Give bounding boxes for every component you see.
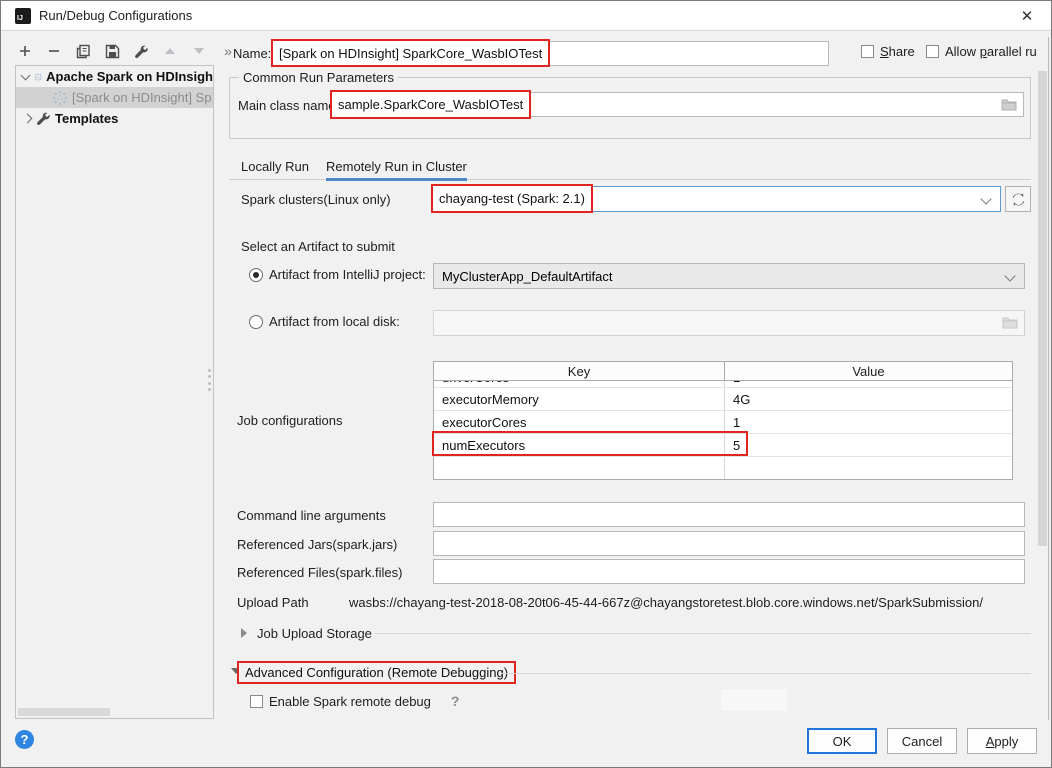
edit-defaults-wrench-icon[interactable] bbox=[131, 41, 151, 61]
dialog-title: Run/Debug Configurations bbox=[39, 8, 192, 23]
share-checkbox[interactable] bbox=[861, 45, 874, 58]
tab-remotely-run-in-cluster[interactable]: Remotely Run in Cluster bbox=[326, 153, 467, 179]
chevron-down-icon bbox=[980, 193, 991, 204]
intellij-logo-icon: IJ bbox=[15, 8, 31, 24]
artifact-local-radio-row: Artifact from local disk: bbox=[249, 314, 400, 329]
job-upload-storage-expander-icon[interactable] bbox=[241, 628, 247, 638]
command-line-arguments-label: Command line arguments bbox=[237, 508, 386, 523]
share-checkbox-row: Share bbox=[861, 44, 915, 59]
name-value-highlight[interactable]: [Spark on HDInsight] SparkCore_WasbIOTes… bbox=[271, 39, 550, 67]
job-configurations-table: Key Value driverCores 1 executorMemory 4… bbox=[433, 361, 1013, 480]
artifact-dropdown[interactable]: MyClusterApp_DefaultArtifact bbox=[433, 263, 1025, 289]
copy-configuration-icon[interactable] bbox=[73, 41, 93, 61]
move-up-icon[interactable] bbox=[160, 41, 180, 61]
help-button[interactable]: ? bbox=[15, 730, 34, 749]
job-configurations-label: Job configurations bbox=[237, 413, 343, 428]
close-icon[interactable]: ✕ bbox=[1015, 5, 1039, 27]
key-column-header[interactable]: Key bbox=[434, 362, 725, 380]
configurations-toolbar: » bbox=[15, 39, 238, 63]
artifact-local-path-input[interactable] bbox=[433, 310, 1025, 336]
tree-item-label: [Spark on HDInsight] Sp bbox=[72, 90, 211, 105]
configuration-editor: Name: [Spark on HDInsight] SparkCore_Was… bbox=[229, 37, 1049, 721]
share-label: Share bbox=[880, 44, 915, 59]
spark-config-icon bbox=[52, 90, 68, 106]
group-title: Common Run Parameters bbox=[239, 70, 398, 85]
enable-remote-debug-checkbox[interactable] bbox=[250, 695, 263, 708]
chevron-collapsed-icon[interactable] bbox=[23, 114, 33, 124]
remove-configuration-button[interactable] bbox=[44, 41, 64, 61]
panel-splitter-handle[interactable] bbox=[208, 369, 213, 391]
table-row[interactable]: executorCores 1 bbox=[434, 411, 1012, 434]
artifact-section-label: Select an Artifact to submit bbox=[241, 239, 395, 254]
chevron-expanded-icon[interactable] bbox=[21, 71, 31, 81]
spark-cluster-icon bbox=[34, 69, 42, 85]
section-rule bbox=[501, 673, 1031, 674]
browse-folder-icon[interactable] bbox=[1002, 316, 1018, 329]
tree-item-apache-spark-on-hdinsight[interactable]: Apache Spark on HDInsigh bbox=[16, 66, 213, 87]
tree-item-label: Apache Spark on HDInsigh bbox=[46, 69, 213, 84]
chevron-down-icon bbox=[1004, 270, 1015, 281]
enable-remote-debug-row: Enable Spark remote debug ? bbox=[250, 693, 459, 709]
artifact-local-disk-radio[interactable] bbox=[249, 315, 263, 329]
run-debug-configurations-dialog: IJ Run/Debug Configurations ✕ » bbox=[0, 0, 1052, 768]
refresh-clusters-button[interactable] bbox=[1005, 186, 1031, 212]
name-label: Name: bbox=[233, 46, 271, 61]
table-row-numexecutors[interactable]: numExecutors 5 bbox=[434, 434, 1012, 457]
allow-parallel-run-checkbox-row: Allow parallel run bbox=[926, 44, 1044, 59]
templates-wrench-icon bbox=[36, 111, 51, 126]
referenced-jars-input[interactable] bbox=[433, 531, 1025, 556]
artifact-intellij-label: Artifact from IntelliJ project: bbox=[269, 267, 426, 282]
main-vertical-scrollbar[interactable] bbox=[1037, 37, 1048, 721]
ok-button[interactable]: OK bbox=[807, 728, 877, 754]
main-class-value-highlight[interactable]: sample.SparkCore_WasbIOTest bbox=[330, 90, 531, 119]
table-row-clipped[interactable]: driverCores 1 bbox=[434, 381, 1012, 388]
value-column-header[interactable]: Value bbox=[725, 362, 1012, 380]
allow-parallel-run-label: Allow parallel run bbox=[945, 44, 1044, 59]
upload-path-label: Upload Path bbox=[237, 595, 309, 610]
tab-locally-run[interactable]: Locally Run bbox=[241, 153, 309, 179]
referenced-jars-label: Referenced Jars(spark.jars) bbox=[237, 537, 397, 552]
artifact-local-disk-label: Artifact from local disk: bbox=[269, 314, 400, 329]
enable-remote-debug-label: Enable Spark remote debug bbox=[269, 694, 431, 709]
command-line-arguments-input[interactable] bbox=[433, 502, 1025, 527]
section-rule bbox=[375, 633, 1031, 634]
spark-cluster-value-highlight[interactable]: chayang-test (Spark: 2.1) bbox=[431, 184, 593, 213]
common-run-parameters-group: Common Run Parameters Main class name sa… bbox=[229, 77, 1031, 139]
tree-horizontal-scrollbar[interactable] bbox=[18, 708, 110, 716]
apply-button[interactable]: Apply bbox=[967, 728, 1037, 754]
save-configuration-icon[interactable] bbox=[102, 41, 122, 61]
tree-item-templates[interactable]: Templates bbox=[16, 108, 213, 129]
add-configuration-button[interactable] bbox=[15, 41, 35, 61]
table-row[interactable]: executorMemory 4G bbox=[434, 388, 1012, 411]
advanced-config-highlight[interactable]: Advanced Configuration (Remote Debugging… bbox=[237, 661, 516, 684]
active-tab-indicator bbox=[326, 178, 467, 181]
tree-item-spark-config-selected[interactable]: [Spark on HDInsight] Sp bbox=[16, 87, 213, 108]
configurations-tree: Apache Spark on HDInsigh [Spark on HDIns… bbox=[15, 65, 214, 719]
move-down-icon[interactable] bbox=[189, 41, 209, 61]
allow-parallel-run-checkbox[interactable] bbox=[926, 45, 939, 58]
upload-path-value: wasbs://chayang-test-2018-08-20t06-45-44… bbox=[349, 595, 983, 610]
referenced-files-input[interactable] bbox=[433, 559, 1025, 584]
artifact-intellij-radio-row: Artifact from IntelliJ project: bbox=[249, 267, 426, 282]
scrollbar-thumb[interactable] bbox=[1038, 71, 1047, 546]
run-mode-tabs: Locally Run Remotely Run in Cluster bbox=[229, 153, 1031, 180]
table-row-empty[interactable] bbox=[434, 457, 1012, 479]
title-bar: IJ Run/Debug Configurations ✕ bbox=[1, 1, 1051, 31]
cancel-button[interactable]: Cancel bbox=[887, 728, 957, 754]
main-class-label: Main class name bbox=[238, 98, 336, 113]
dialog-footer: ? OK Cancel Apply bbox=[1, 720, 1051, 767]
refresh-icon bbox=[1011, 192, 1026, 207]
table-header: Key Value bbox=[434, 362, 1012, 381]
referenced-files-label: Referenced Files(spark.files) bbox=[237, 565, 402, 580]
help-question-icon[interactable]: ? bbox=[451, 693, 460, 709]
artifact-dropdown-value: MyClusterApp_DefaultArtifact bbox=[442, 269, 613, 284]
disabled-placeholder-box bbox=[721, 689, 787, 711]
job-upload-storage-label[interactable]: Job Upload Storage bbox=[257, 626, 372, 641]
tree-item-label: Templates bbox=[55, 111, 118, 126]
artifact-intellij-radio[interactable] bbox=[249, 268, 263, 282]
browse-folder-icon[interactable] bbox=[1001, 98, 1017, 111]
spark-clusters-label: Spark clusters(Linux only) bbox=[241, 192, 391, 207]
